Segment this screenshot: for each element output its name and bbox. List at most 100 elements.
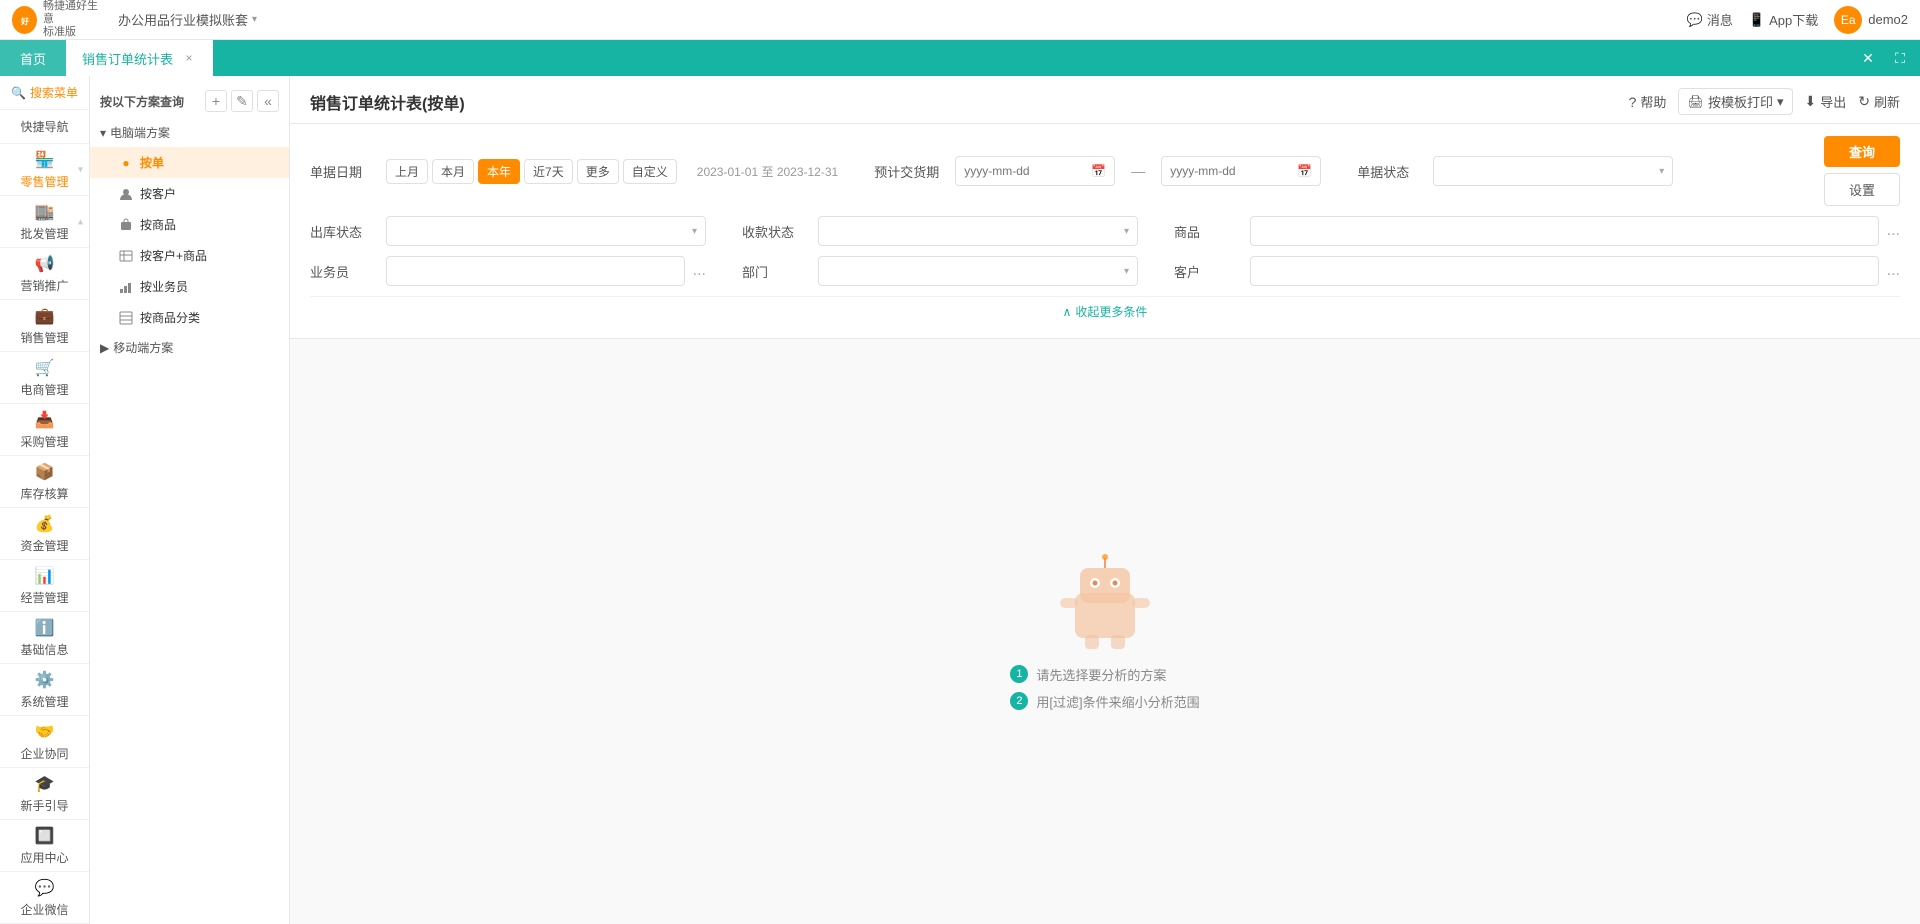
export-icon: ⬇ (1805, 93, 1817, 110)
scheme-item-bycategory[interactable]: 按商品分类 (90, 302, 289, 333)
download-icon: 📱 (1749, 12, 1765, 28)
date-btn-lastmonth[interactable]: 上月 (386, 159, 428, 184)
basics-icon: ℹ️ (35, 618, 55, 638)
export-button[interactable]: ⬇ 导出 (1805, 92, 1847, 111)
scheme-panel-title: 按以下方案查询 (100, 93, 184, 110)
customer-icon (118, 186, 134, 202)
date-btn-more[interactable]: 更多 (577, 159, 619, 184)
sidebar-search[interactable]: 🔍 搜索菜单 (0, 76, 89, 110)
customer-dots-button[interactable]: ... (1887, 262, 1900, 280)
dept-select[interactable]: ▾ (818, 256, 1138, 286)
scheme-item-bycustomer[interactable]: 按客户 (90, 178, 289, 209)
message-button[interactable]: 💬 消息 (1687, 10, 1733, 29)
operations-icon: 📊 (35, 566, 55, 586)
search-icon: 🔍 (11, 86, 26, 100)
sidebar-item-sales[interactable]: 💼 销售管理 (0, 300, 89, 352)
content-area: 按以下方案查询 + ✎ « ▾ 电脑端方案 ● 按单 按客户 (90, 76, 1920, 924)
expected-date-end-input[interactable] (1170, 164, 1293, 178)
salesperson-label: 业务员 (310, 262, 370, 281)
step-num-1: 1 (1010, 665, 1028, 683)
expected-date-start-input[interactable] (964, 164, 1087, 178)
main-layout: 🔍 搜索菜单 快捷导航 🏪 零售管理 ▾ 🏬 批发管理 ▴ 📢 营销推广 💼 销… (0, 76, 1920, 924)
customergoods-icon (118, 248, 134, 264)
date-range-text: 2023-01-01 至 2023-12-31 (697, 163, 838, 180)
scheme-edit-button[interactable]: ✎ (231, 90, 253, 112)
expand-icon: ▾ (100, 126, 106, 140)
settings-button[interactable]: 设置 (1824, 173, 1900, 206)
calendar-icon: 📅 (1091, 164, 1106, 178)
outstatus-chevron-icon: ▾ (692, 226, 697, 237)
help-button[interactable]: ? 帮助 (1629, 92, 1667, 111)
tab-home[interactable]: 首页 (0, 40, 66, 76)
scheme-group-pc[interactable]: ▾ 电脑端方案 (90, 118, 289, 147)
expand-icon: ▶ (100, 341, 109, 355)
collapse-button[interactable]: ∧ 收起更多条件 (310, 296, 1900, 326)
tab-sales-order[interactable]: 销售订单统计表 × (66, 40, 213, 76)
window-close-button[interactable]: ✕ (1856, 46, 1880, 70)
sidebar-item-newguide[interactable]: 🎓 新手引导 (0, 768, 89, 820)
sidebar: 🔍 搜索菜单 快捷导航 🏪 零售管理 ▾ 🏬 批发管理 ▴ 📢 营销推广 💼 销… (0, 76, 90, 924)
scheme-item-byorder[interactable]: ● 按单 (90, 147, 289, 178)
sidebar-item-operations[interactable]: 📊 经营管理 (0, 560, 89, 612)
goods-label: 商品 (1174, 222, 1234, 241)
scheme-active-icon: ● (118, 155, 134, 171)
receivestatus-label: 收款状态 (742, 222, 802, 241)
tab-bar: 首页 销售订单统计表 × ✕ ⛶ (0, 40, 1920, 76)
status-select[interactable]: ▾ (1433, 156, 1673, 186)
ecommerce-icon: 🛒 (35, 358, 55, 378)
date-btn-thisyear[interactable]: 本年 (478, 159, 520, 184)
sidebar-item-finance[interactable]: 💰 资金管理 (0, 508, 89, 560)
salesperson-input[interactable] (386, 256, 685, 286)
purchase-icon: 📥 (35, 410, 55, 430)
date-btn-7days[interactable]: 近7天 (524, 159, 573, 184)
sidebar-item-system[interactable]: ⚙️ 系统管理 (0, 664, 89, 716)
app-download-button[interactable]: 📱 App下载 (1749, 10, 1818, 29)
date-separator: — (1131, 163, 1145, 179)
print-button[interactable]: 🖨 按模板打印 ▾ (1678, 88, 1792, 115)
refresh-button[interactable]: ↻ 刷新 (1858, 92, 1900, 111)
scheme-group-mobile[interactable]: ▶ 移动端方案 (90, 333, 289, 362)
outstatus-label: 出库状态 (310, 222, 370, 241)
date-btn-thismonth[interactable]: 本月 (432, 159, 474, 184)
scheme-item-bygoods[interactable]: 按商品 (90, 209, 289, 240)
scheme-panel: 按以下方案查询 + ✎ « ▾ 电脑端方案 ● 按单 按客户 (90, 76, 290, 924)
sidebar-item-marketing[interactable]: 📢 营销推广 (0, 248, 89, 300)
expected-date-end[interactable]: 📅 (1161, 156, 1321, 186)
wholesale-icon: 🏬 (35, 202, 55, 222)
sidebar-item-ecommerce[interactable]: 🛒 电商管理 (0, 352, 89, 404)
sidebar-item-inventory[interactable]: 📦 库存核算 (0, 456, 89, 508)
logo-text: 畅捷通好生意 标准版 (43, 0, 102, 39)
sidebar-item-enterprise[interactable]: 🤝 企业协同 (0, 716, 89, 768)
tab-close-icon[interactable]: × (181, 50, 197, 66)
status-label: 单据状态 (1357, 162, 1417, 181)
date-btn-custom[interactable]: 自定义 (623, 159, 677, 184)
sidebar-item-wholesale[interactable]: 🏬 批发管理 ▴ (0, 196, 89, 248)
outstatus-select[interactable]: ▾ (386, 216, 706, 246)
window-expand-button[interactable]: ⛶ (1888, 46, 1912, 70)
sidebar-item-appcenter[interactable]: 🔲 应用中心 (0, 820, 89, 872)
print-dropdown-icon: ▾ (1777, 94, 1784, 110)
expected-date-start[interactable]: 📅 (955, 156, 1115, 186)
receivestatus-select[interactable]: ▾ (818, 216, 1138, 246)
receivestatus-chevron-icon: ▾ (1124, 226, 1129, 237)
scheme-collapse-button[interactable]: « (257, 90, 279, 112)
goods-input[interactable] (1250, 216, 1879, 246)
scheme-item-bycustomergoods[interactable]: 按客户+商品 (90, 240, 289, 271)
user-menu[interactable]: Ea demo2 (1834, 6, 1908, 34)
company-selector[interactable]: 办公用品行业模拟账套 ▾ (110, 6, 265, 33)
sidebar-item-purchase[interactable]: 📥 采购管理 (0, 404, 89, 456)
inventory-icon: 📦 (35, 462, 55, 482)
scheme-item-bysalesperson[interactable]: 按业务员 (90, 271, 289, 302)
goods-dots-button[interactable]: ... (1887, 222, 1900, 240)
customer-input[interactable] (1250, 256, 1879, 286)
finance-icon: 💰 (35, 514, 55, 534)
empty-step-1: 1 请先选择要分析的方案 (1010, 665, 1199, 684)
sidebar-item-basics[interactable]: ℹ️ 基础信息 (0, 612, 89, 664)
sidebar-item-wechat[interactable]: 💬 企业微信 (0, 872, 89, 924)
sidebar-quicknav[interactable]: 快捷导航 (0, 110, 89, 144)
salesperson-icon (118, 279, 134, 295)
sidebar-item-retail[interactable]: 🏪 零售管理 ▾ (0, 144, 89, 196)
scheme-add-button[interactable]: + (205, 90, 227, 112)
query-button[interactable]: 查询 (1824, 136, 1900, 167)
salesperson-dots-button[interactable]: ... (693, 262, 706, 280)
